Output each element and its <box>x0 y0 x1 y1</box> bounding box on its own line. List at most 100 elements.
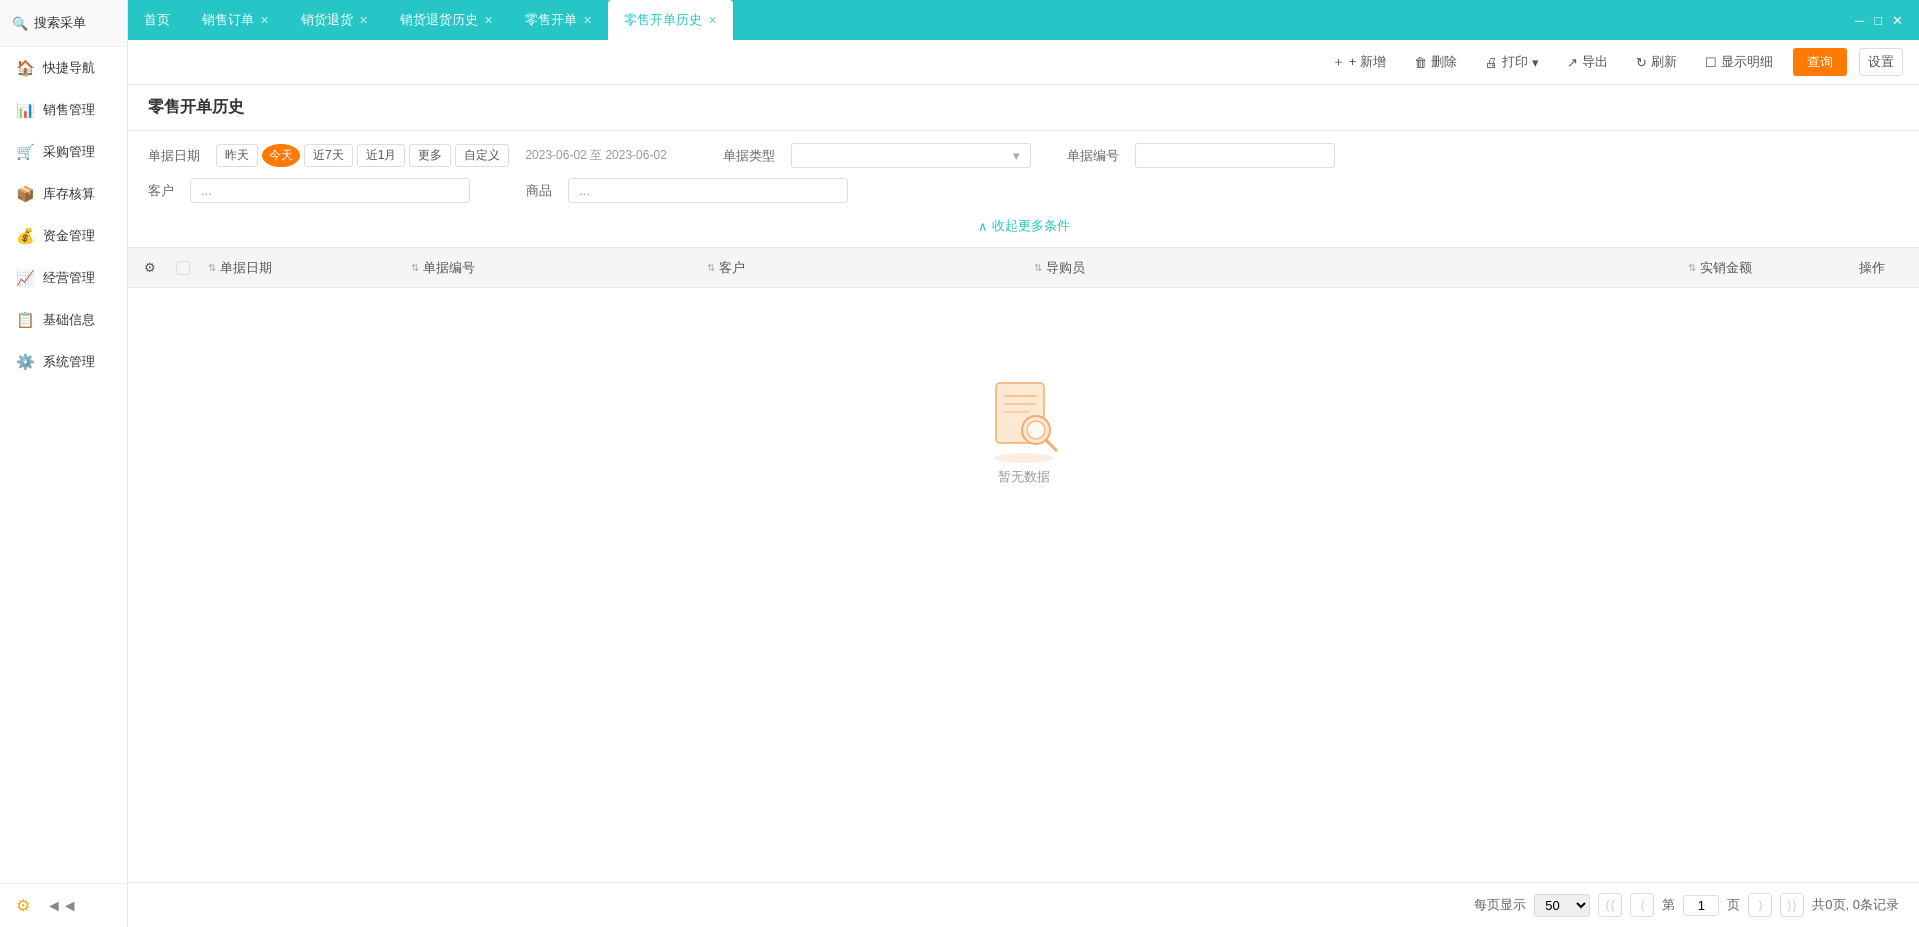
date-btn-more[interactable]: 更多 <box>409 144 451 167</box>
collapse-row: ∧ 收起更多条件 <box>148 213 1899 235</box>
sidebar-item-inventory[interactable]: 📦 库存核算 <box>0 173 127 215</box>
svg-point-0 <box>994 453 1054 463</box>
goods-select[interactable]: ... <box>568 178 848 203</box>
page-number-input[interactable] <box>1683 895 1719 916</box>
sort-icon-number: ⇅ <box>411 262 419 273</box>
add-button[interactable]: ＋ + 新增 <box>1324 49 1394 75</box>
filter-row-1: 单据日期 昨天 今天 近7天 近1月 更多 自定义 2023-06-02 至 2… <box>148 143 1899 168</box>
tab-home[interactable]: 首页 <box>128 0 186 40</box>
tab-sales-return-history-label: 销货退货历史 <box>400 11 478 29</box>
sidebar-collapse-icon[interactable]: ◄◄ <box>46 897 78 915</box>
sidebar-item-finance[interactable]: 💰 资金管理 <box>0 215 127 257</box>
window-maximize[interactable]: □ <box>1874 13 1882 28</box>
tab-retail-open[interactable]: 零售开单 ✕ <box>509 0 608 40</box>
date-btn-today[interactable]: 今天 <box>262 144 300 167</box>
system-icon: ⚙️ <box>16 353 35 371</box>
sidebar-item-quick-nav[interactable]: 🏠 快捷导航 <box>0 47 127 89</box>
date-btn-yesterday[interactable]: 昨天 <box>216 144 258 167</box>
sort-icon-date: ⇅ <box>208 262 216 273</box>
customer-select[interactable]: ... <box>190 178 470 203</box>
tab-sales-order-close[interactable]: ✕ <box>260 14 269 27</box>
tab-retail-history-close[interactable]: ✕ <box>708 14 717 27</box>
page-next-button[interactable]: ⟩ <box>1748 893 1772 917</box>
select-all-checkbox[interactable] <box>176 261 190 275</box>
table-area: ⚙ ⇅ 单据日期 ⇅ 单据编号 ⇅ 客户 ⇅ <box>128 248 1919 882</box>
per-page-select[interactable]: 50 10 20 100 <box>1534 894 1590 917</box>
search-icon: 🔍 <box>12 16 28 31</box>
page-prev-button[interactable]: ⟨ <box>1630 893 1654 917</box>
doc-number-input[interactable] <box>1135 143 1335 168</box>
basic-icon: 📋 <box>16 311 35 329</box>
collapse-button[interactable]: ∧ 收起更多条件 <box>978 217 1070 235</box>
main-area: 首页 销售订单 ✕ 销货退货 ✕ 销货退货历史 ✕ 零售开单 ✕ 零售开单历史 … <box>128 0 1919 927</box>
sidebar-item-basic[interactable]: 📋 基础信息 <box>0 299 127 341</box>
sidebar-item-operation[interactable]: 📈 经营管理 <box>0 257 127 299</box>
filter-area: 单据日期 昨天 今天 近7天 近1月 更多 自定义 2023-06-02 至 2… <box>128 131 1919 248</box>
window-minimize[interactable]: ─ <box>1855 13 1864 28</box>
date-filter-label: 单据日期 <box>148 147 200 165</box>
tab-sales-return-label: 销货退货 <box>301 11 353 29</box>
collapse-up-icon: ∧ <box>978 219 988 234</box>
th-checkbox[interactable] <box>168 261 200 275</box>
sidebar-item-system[interactable]: ⚙️ 系统管理 <box>0 341 127 383</box>
sidebar-item-label: 库存核算 <box>43 185 95 203</box>
page-first-button[interactable]: ⟨⟨ <box>1598 893 1622 917</box>
empty-illustration <box>974 368 1074 468</box>
doc-type-filter-label: 单据类型 <box>723 147 775 165</box>
sidebar-search[interactable]: 🔍 搜索采单 <box>0 0 127 47</box>
tab-sales-order[interactable]: 销售订单 ✕ <box>186 0 285 40</box>
tab-sales-return-history-close[interactable]: ✕ <box>484 14 493 27</box>
pagination: 每页显示 50 10 20 100 ⟨⟨ ⟨ 第 页 ⟩ ⟩⟩ 共0页, 0条记… <box>128 882 1919 927</box>
page-suffix: 页 <box>1727 896 1740 914</box>
query-button[interactable]: 查询 <box>1793 48 1847 76</box>
doc-type-dropdown-icon: ▾ <box>1013 148 1020 163</box>
sidebar-item-purchase[interactable]: 🛒 采购管理 <box>0 131 127 173</box>
date-btn-custom[interactable]: 自定义 <box>455 144 509 167</box>
export-button[interactable]: ↗ 导出 <box>1559 49 1616 75</box>
refresh-button[interactable]: ↻ 刷新 <box>1628 49 1685 75</box>
checkbox-icon: ☐ <box>1705 55 1717 70</box>
finance-icon: 💰 <box>16 227 35 245</box>
tab-retail-open-close[interactable]: ✕ <box>583 14 592 27</box>
window-close[interactable]: ✕ <box>1892 13 1903 28</box>
sales-icon: 📊 <box>16 101 35 119</box>
tab-sales-return-history[interactable]: 销货退货历史 ✕ <box>384 0 509 40</box>
operation-icon: 📈 <box>16 269 35 287</box>
export-label: 导出 <box>1582 53 1608 71</box>
delete-icon: 🗑 <box>1414 55 1427 70</box>
doc-type-select[interactable]: ▾ <box>791 143 1031 168</box>
th-guide[interactable]: ⇅ 导购员 <box>1026 259 1198 277</box>
settings-button[interactable]: 设置 <box>1859 48 1903 76</box>
total-info: 共0页, 0条记录 <box>1812 896 1899 914</box>
th-date[interactable]: ⇅ 单据日期 <box>200 259 403 277</box>
date-btn-1month[interactable]: 近1月 <box>357 144 406 167</box>
th-customer[interactable]: ⇅ 客户 <box>699 259 1026 277</box>
filter-row-2: 客户 ... 商品 ... <box>148 178 1899 203</box>
th-action-label: 操作 <box>1859 259 1885 277</box>
sort-icon-customer: ⇅ <box>707 262 715 273</box>
page-last-button[interactable]: ⟩⟩ <box>1780 893 1804 917</box>
th-amount[interactable]: ⇅ 实销金额 <box>1680 259 1852 277</box>
delete-button[interactable]: 🗑 删除 <box>1406 49 1465 75</box>
th-settings[interactable]: ⚙ <box>136 260 168 275</box>
display-detail-button[interactable]: ☐ 显示明细 <box>1697 49 1781 75</box>
delete-label: 删除 <box>1431 53 1457 71</box>
add-icon: ＋ <box>1332 53 1345 71</box>
date-btn-7days[interactable]: 近7天 <box>304 144 353 167</box>
tab-sales-return[interactable]: 销货退货 ✕ <box>285 0 384 40</box>
tab-sales-return-close[interactable]: ✕ <box>359 14 368 27</box>
table-wrapper: ⚙ ⇅ 单据日期 ⇅ 单据编号 ⇅ 客户 ⇅ <box>128 248 1919 566</box>
print-icon: 🖨 <box>1485 55 1498 70</box>
sidebar-item-sales[interactable]: 📊 销售管理 <box>0 89 127 131</box>
toolbar: ＋ + 新增 🗑 删除 🖨 打印 ▾ ↗ 导出 ↻ 刷新 ☐ 显示明细 查询 设… <box>128 40 1919 85</box>
date-range-text: 2023-06-02 至 2023-06-02 <box>525 147 666 164</box>
tab-retail-history[interactable]: 零售开单历史 ✕ <box>608 0 733 40</box>
settings-col-icon: ⚙ <box>144 260 156 275</box>
goods-filter-label: 商品 <box>526 182 552 200</box>
th-amount-label: 实销金额 <box>1700 259 1752 277</box>
window-controls: ─ □ ✕ <box>1855 13 1919 28</box>
customer-filter-label: 客户 <box>148 182 174 200</box>
settings-bottom-icon[interactable]: ⚙ <box>16 896 30 915</box>
print-button[interactable]: 🖨 打印 ▾ <box>1477 49 1547 75</box>
th-number[interactable]: ⇅ 单据编号 <box>403 259 699 277</box>
